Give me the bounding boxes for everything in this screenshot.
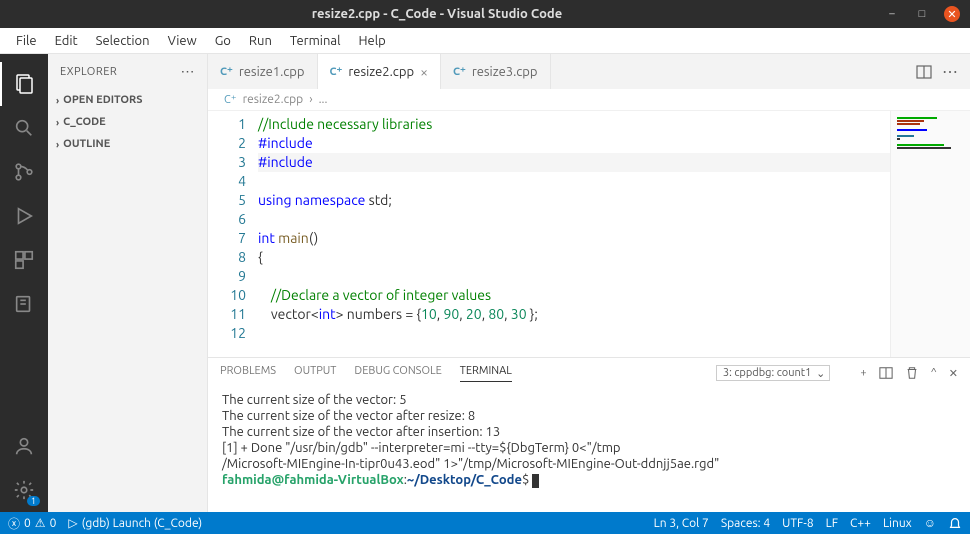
sidebar-section-open-editors[interactable]: ›OPEN EDITORS [48,89,207,111]
chevron-down-icon: ⌄ [816,367,825,380]
breadcrumb-rest: ... [319,93,328,106]
feedback-icon[interactable]: ☺ [924,516,936,530]
menu-edit[interactable]: Edit [47,32,86,50]
panel-tab-output[interactable]: OUTPUT [294,365,336,381]
explorer-icon[interactable] [0,62,48,106]
menu-selection[interactable]: Selection [88,32,158,50]
status-errors[interactable]: ⓧ0 ⚠0 [8,515,56,532]
minimap[interactable] [890,111,970,357]
status-language[interactable]: C++ [850,517,871,530]
tab-resize1-cpp[interactable]: C⁺resize1.cpp [208,54,318,89]
cpp-file-icon: C⁺ [220,65,233,78]
settings-icon[interactable]: 1 [0,468,48,512]
window-controls: – □ ✕ [874,6,970,22]
code-content[interactable]: //Include necessary libraries#include #i… [258,111,890,357]
menu-file[interactable]: File [8,32,45,50]
tab-resize2-cpp[interactable]: C⁺resize2.cpp× [318,54,441,89]
menu-go[interactable]: Go [207,32,239,50]
close-button[interactable]: ✕ [944,6,960,22]
settings-badge: 1 [27,496,40,506]
chevron-right-icon: › [56,95,59,106]
references-icon[interactable] [0,282,48,326]
maximize-button[interactable]: □ [914,6,930,22]
panel: PROBLEMS OUTPUT DEBUG CONSOLE TERMINAL 3: c… [208,357,970,512]
status-encoding[interactable]: UTF-8 [782,517,813,530]
sidebar-section-outline[interactable]: ›OUTLINE [48,133,207,155]
notifications-icon[interactable] [948,516,962,530]
kill-terminal-icon[interactable] [905,366,919,380]
status-eol[interactable]: LF [826,517,838,530]
minimize-button[interactable]: – [884,6,900,22]
activity-bar: 1 [0,54,48,512]
status-launch[interactable]: ▷ (gdb) Launch (C_Code) [68,516,202,530]
breadcrumb[interactable]: C⁺ resize2.cpp › ... [208,89,970,111]
menu-view[interactable]: View [160,32,205,50]
sidebar-section-c_code[interactable]: ›C_CODE [48,111,207,133]
panel-tab-terminal[interactable]: TERMINAL [460,365,512,382]
panel-tab-problems[interactable]: PROBLEMS [220,365,276,381]
more-actions-icon[interactable]: ⋯ [942,62,958,81]
tab-resize3-cpp[interactable]: C⁺resize3.cpp [441,54,551,89]
panel-tabs: PROBLEMS OUTPUT DEBUG CONSOLE TERMINAL 3: c… [208,358,970,388]
chevron-right-icon: › [56,117,59,128]
editor-area: C⁺resize1.cppC⁺resize2.cpp×C⁺resize3.cpp… [208,54,970,512]
sidebar-title: EXPLORER [60,66,117,78]
sidebar: EXPLORER ⋯ ›OPEN EDITORS›C_CODE›OUTLINE [48,54,208,512]
play-icon: ▷ [68,516,77,530]
cpp-file-icon: C⁺ [330,65,343,78]
status-spaces[interactable]: Spaces: 4 [721,517,770,530]
more-icon[interactable]: ⋯ [181,63,196,80]
file-icon: C⁺ [224,93,237,106]
source-control-icon[interactable] [0,150,48,194]
error-icon: ⓧ [8,515,20,532]
menubar: FileEditSelectionViewGoRunTerminalHelp [0,28,970,54]
new-terminal-icon[interactable]: + [860,367,866,379]
close-panel-icon[interactable]: ✕ [949,367,958,380]
panel-actions: + ^ ✕ [848,366,958,380]
sidebar-header: EXPLORER ⋯ [48,54,207,89]
status-cursor[interactable]: Ln 3, Col 7 [654,517,709,530]
split-terminal-icon[interactable] [879,366,893,380]
terminal-output[interactable]: The current size of the vector: 5The cur… [208,388,970,512]
cpp-file-icon: C⁺ [453,65,466,78]
tab-actions: ⋯ [904,54,970,89]
close-tab-icon[interactable]: × [420,64,428,80]
maximize-panel-icon[interactable]: ^ [931,367,937,379]
editor-body[interactable]: 123456789101112 //Include necessary libr… [208,111,970,357]
statusbar: ⓧ0 ⚠0 ▷ (gdb) Launch (C_Code) Ln 3, Col … [0,512,970,534]
breadcrumb-file: resize2.cpp [243,93,304,106]
panel-tab-debug-console[interactable]: DEBUG CONSOLE [354,365,441,381]
editor-tabs: C⁺resize1.cppC⁺resize2.cpp×C⁺resize3.cpp… [208,54,970,89]
window-titlebar: resize2.cpp - C_Code - Visual Studio Cod… [0,0,970,28]
breadcrumb-sep: › [309,93,312,106]
warning-icon: ⚠ [35,516,46,530]
menu-terminal[interactable]: Terminal [282,32,349,50]
menu-run[interactable]: Run [241,32,280,50]
terminal-selector[interactable]: 3: cppdbg: count1 ⌄ [716,365,830,381]
status-os[interactable]: Linux [883,517,912,530]
line-gutter: 123456789101112 [208,111,258,357]
search-icon[interactable] [0,106,48,150]
menu-help[interactable]: Help [350,32,393,50]
split-editor-icon[interactable] [916,64,932,80]
run-debug-icon[interactable] [0,194,48,238]
extensions-icon[interactable] [0,238,48,282]
window-title: resize2.cpp - C_Code - Visual Studio Cod… [0,7,874,21]
account-icon[interactable] [0,424,48,468]
chevron-right-icon: › [56,139,59,150]
